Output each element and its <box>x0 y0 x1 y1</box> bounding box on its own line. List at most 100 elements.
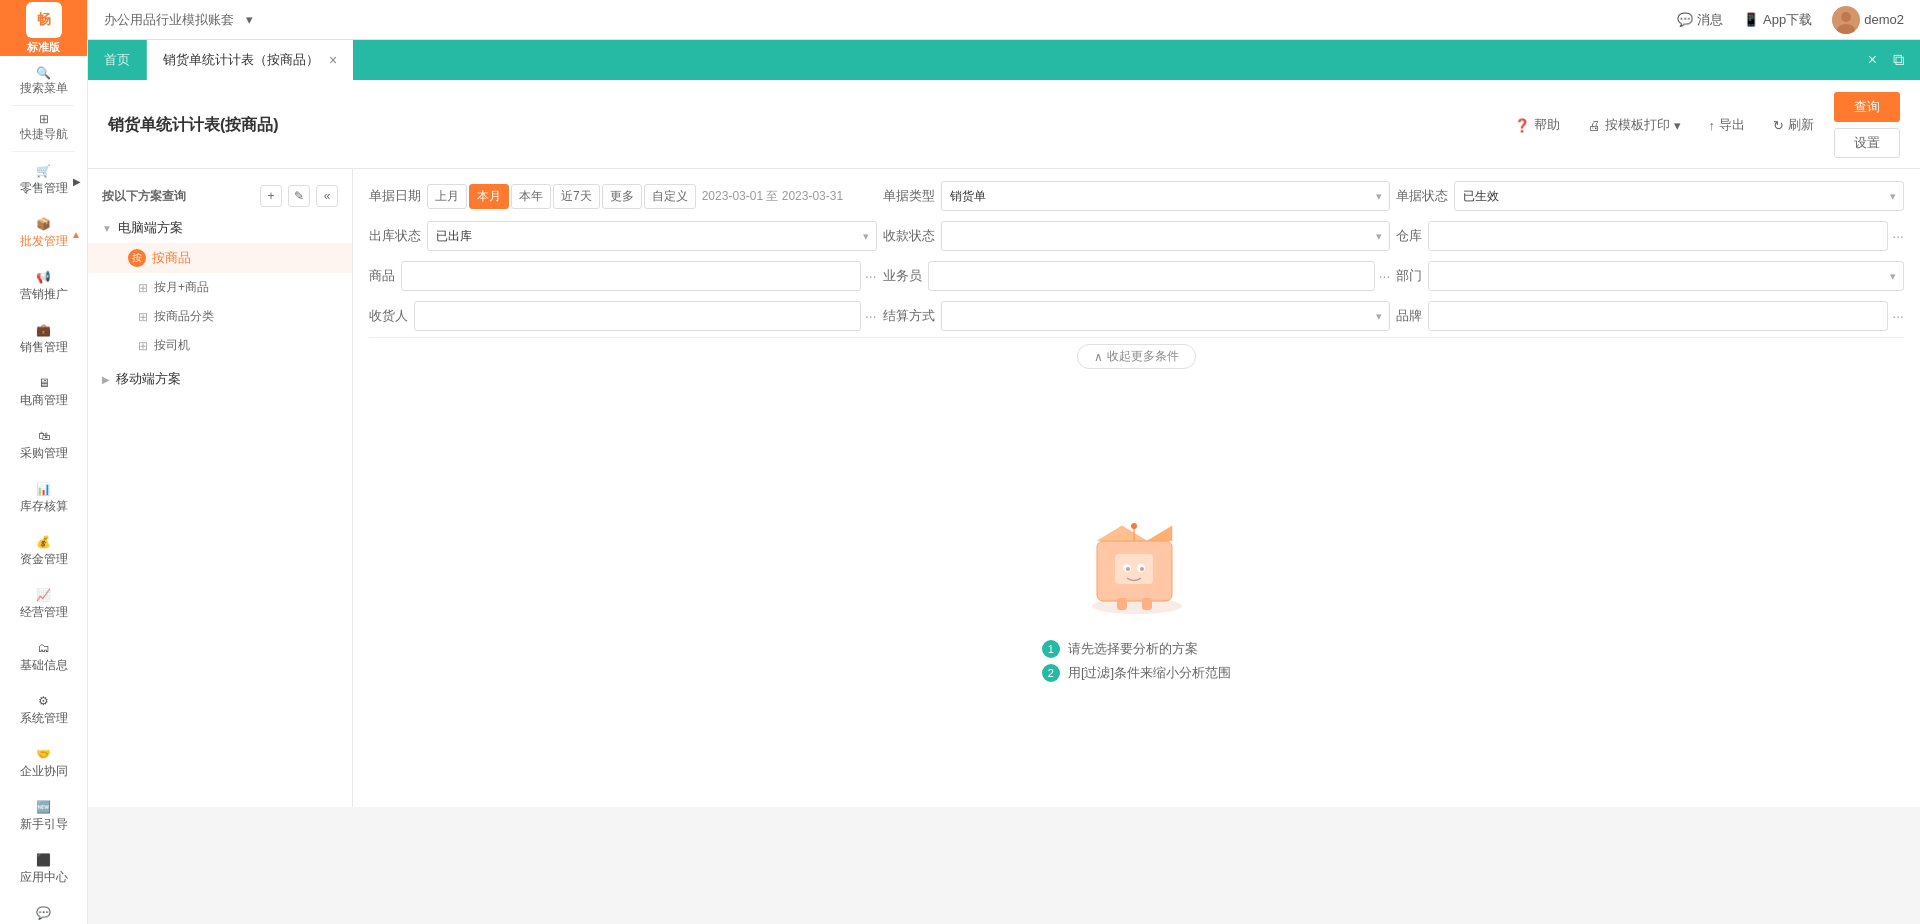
help-btn[interactable]: ❓ 帮助 <box>1506 112 1568 138</box>
warehouse-input-wrapper: ··· <box>1428 221 1904 251</box>
export-icon: ↑ <box>1709 118 1716 133</box>
empty-step-1: 1 请先选择要分析的方案 <box>1042 640 1231 658</box>
collapse-row: ∧ 收起更多条件 <box>369 337 1904 379</box>
tree-sub-item-driver[interactable]: ⊞ 按司机 <box>88 331 352 360</box>
sidebar-search-label: 搜索菜单 <box>8 80 79 97</box>
sidebar-item-retail[interactable]: 🛒 零售管理 ▶ <box>0 154 87 207</box>
date-tab-custom[interactable]: 自定义 <box>644 184 696 209</box>
tree-sub-icon-3: ⊞ <box>138 339 148 353</box>
brand-label: 品牌 <box>1396 307 1422 325</box>
sidebar-nav[interactable]: ⊞ 快捷导航 <box>0 108 87 149</box>
export-btn[interactable]: ↑ 导出 <box>1701 112 1754 138</box>
tab-restore-btn[interactable]: ⧉ <box>1889 47 1908 73</box>
filter-row-2: 出库状态 已出库 ▾ 收款状态 <box>369 221 1904 251</box>
tab-stats-close[interactable]: × <box>329 52 337 68</box>
outstatus-select[interactable]: 已出库 <box>427 221 877 251</box>
tab-close-btn[interactable]: × <box>1864 47 1881 73</box>
date-range: 2023-03-01 至 2023-03-31 <box>702 188 843 205</box>
collapse-icon: ∧ <box>1094 350 1103 364</box>
settle-select[interactable] <box>941 301 1391 331</box>
edit-scheme-btn[interactable]: ✎ <box>288 185 310 207</box>
tab-stats[interactable]: 销货单统计计表（按商品） × <box>147 40 353 80</box>
salesman-dots[interactable]: ··· <box>1379 268 1391 284</box>
sidebar-item-purchase-label: 采购管理 <box>4 445 83 462</box>
filter-dept-cell: 部门 ▾ <box>1396 261 1904 291</box>
sidebar-item-apps[interactable]: ⬛ 应用中心 <box>0 843 87 896</box>
svg-point-10 <box>1140 567 1144 571</box>
sidebar-item-mgmt[interactable]: 📈 经营管理 <box>0 578 87 631</box>
receiver-label: 收货人 <box>369 307 408 325</box>
filter-docstatus-cell: 单据状态 已生效 ▾ <box>1396 181 1904 211</box>
empty-illustration <box>1067 506 1207 616</box>
sidebar-item-system[interactable]: ⚙ 系统管理 <box>0 684 87 737</box>
sidebar-item-ecommerce[interactable]: 🖥 电商管理 <box>0 366 87 419</box>
sidebar-item-collab[interactable]: 🤝 企业协同 <box>0 737 87 790</box>
doctype-label: 单据类型 <box>883 187 935 205</box>
tab-stats-label: 销货单统计计表（按商品） <box>163 51 319 69</box>
receiver-dots[interactable]: ··· <box>865 308 877 324</box>
doctype-select[interactable]: 销货单 <box>941 181 1391 211</box>
collapse-panel-btn[interactable]: « <box>316 185 338 207</box>
sidebar-item-sales[interactable]: 💼 销售管理 <box>0 313 87 366</box>
tree-item-by-goods[interactable]: 按 按商品 <box>88 243 352 273</box>
message-icon: 💬 <box>1677 12 1693 27</box>
topbar-user[interactable]: demo2 <box>1832 6 1904 34</box>
date-tab-7days[interactable]: 近7天 <box>553 184 600 209</box>
step-num-1: 1 <box>1042 640 1060 658</box>
sidebar-item-wholesale[interactable]: 📦 批发管理 ▲ <box>0 207 87 260</box>
goods-dots[interactable]: ··· <box>865 268 877 284</box>
salesman-input[interactable] <box>928 261 1375 291</box>
sidebar-item-marketing[interactable]: 📢 营销推广 <box>0 260 87 313</box>
date-tab-this-year[interactable]: 本年 <box>511 184 551 209</box>
tree-group-mobile-header[interactable]: ▶ 移动端方案 <box>88 364 352 394</box>
refresh-btn[interactable]: ↻ 刷新 <box>1765 112 1822 138</box>
sidebar-item-basics[interactable]: 🗂 基础信息 <box>0 631 87 684</box>
tree-sub-item-month-goods[interactable]: ⊞ 按月+商品 <box>88 273 352 302</box>
warehouse-dots[interactable]: ··· <box>1892 228 1904 244</box>
topbar-message[interactable]: 💬 消息 <box>1677 11 1723 29</box>
goods-input[interactable] <box>401 261 861 291</box>
sidebar-item-finance[interactable]: 💰 资金管理 <box>0 525 87 578</box>
add-scheme-btn[interactable]: + <box>260 185 282 207</box>
sidebar-item-purchase[interactable]: 🛍 采购管理 <box>0 419 87 472</box>
topbar: 办公用品行业模拟账套 ▾ 💬 消息 📱 App下载 demo2 <box>88 0 1920 40</box>
tree-sub-icon-1: ⊞ <box>138 281 148 295</box>
date-tab-last-month[interactable]: 上月 <box>427 184 467 209</box>
topbar-industry: 办公用品行业模拟账套 <box>104 11 234 29</box>
sidebar-logo[interactable]: 畅 标准版 <box>0 0 87 56</box>
query-button[interactable]: 查询 <box>1834 92 1900 122</box>
tree-group-pc-header[interactable]: ▼ 电脑端方案 <box>88 213 352 243</box>
collapse-btn[interactable]: ∧ 收起更多条件 <box>1077 344 1196 369</box>
tree-sub-item-category[interactable]: ⊞ 按商品分类 <box>88 302 352 331</box>
date-tab-more[interactable]: 更多 <box>602 184 642 209</box>
date-tab-this-month[interactable]: 本月 <box>469 184 509 209</box>
receiver-input[interactable] <box>414 301 861 331</box>
docstatus-select-wrapper: 已生效 ▾ <box>1454 181 1904 211</box>
content-area: 销货单统计计表(按商品) ❓ 帮助 🖨 按模板打印 ▾ ↑ 导出 ↻ 刷新 <box>88 80 1920 924</box>
right-content: 单据日期 上月 本月 本年 近7天 更多 自定义 2023-03-01 至 20… <box>353 169 1920 807</box>
left-panel-title-text: 按以下方案查询 <box>102 188 186 205</box>
settings-button[interactable]: 设置 <box>1834 128 1900 158</box>
warehouse-input[interactable] <box>1428 221 1888 251</box>
sidebar-item-inventory-label: 库存核算 <box>4 498 83 515</box>
receiver-input-wrapper: ··· <box>414 301 877 331</box>
receivestatus-select[interactable] <box>941 221 1391 251</box>
topbar-app-download[interactable]: 📱 App下载 <box>1743 11 1812 29</box>
dept-select[interactable] <box>1428 261 1904 291</box>
tab-home[interactable]: 首页 <box>88 40 147 80</box>
filter-row-1: 单据日期 上月 本月 本年 近7天 更多 自定义 2023-03-01 至 20… <box>369 181 1904 211</box>
sidebar-item-wechat[interactable]: 💬 企业微信 <box>0 896 87 924</box>
topbar-dropdown[interactable]: ▾ <box>246 12 253 27</box>
brand-dots[interactable]: ··· <box>1892 308 1904 324</box>
sidebar-search[interactable]: 🔍 搜索菜单 <box>0 56 87 103</box>
tree-group-mobile: ▶ 移动端方案 <box>88 364 352 398</box>
filter-outstatus-cell: 出库状态 已出库 ▾ <box>369 221 877 251</box>
empty-state: 1 请先选择要分析的方案 2 用[过滤]条件来缩小分析范围 <box>353 387 1920 807</box>
receivestatus-select-wrapper: ▾ <box>941 221 1391 251</box>
sidebar-item-inventory[interactable]: 📊 库存核算 <box>0 472 87 525</box>
brand-input[interactable] <box>1428 301 1888 331</box>
filter-receivestatus-cell: 收款状态 ▾ <box>883 221 1391 251</box>
print-btn[interactable]: 🖨 按模板打印 ▾ <box>1580 112 1689 138</box>
sidebar-item-guide[interactable]: 🆕 新手引导 <box>0 790 87 843</box>
docstatus-select[interactable]: 已生效 <box>1454 181 1904 211</box>
